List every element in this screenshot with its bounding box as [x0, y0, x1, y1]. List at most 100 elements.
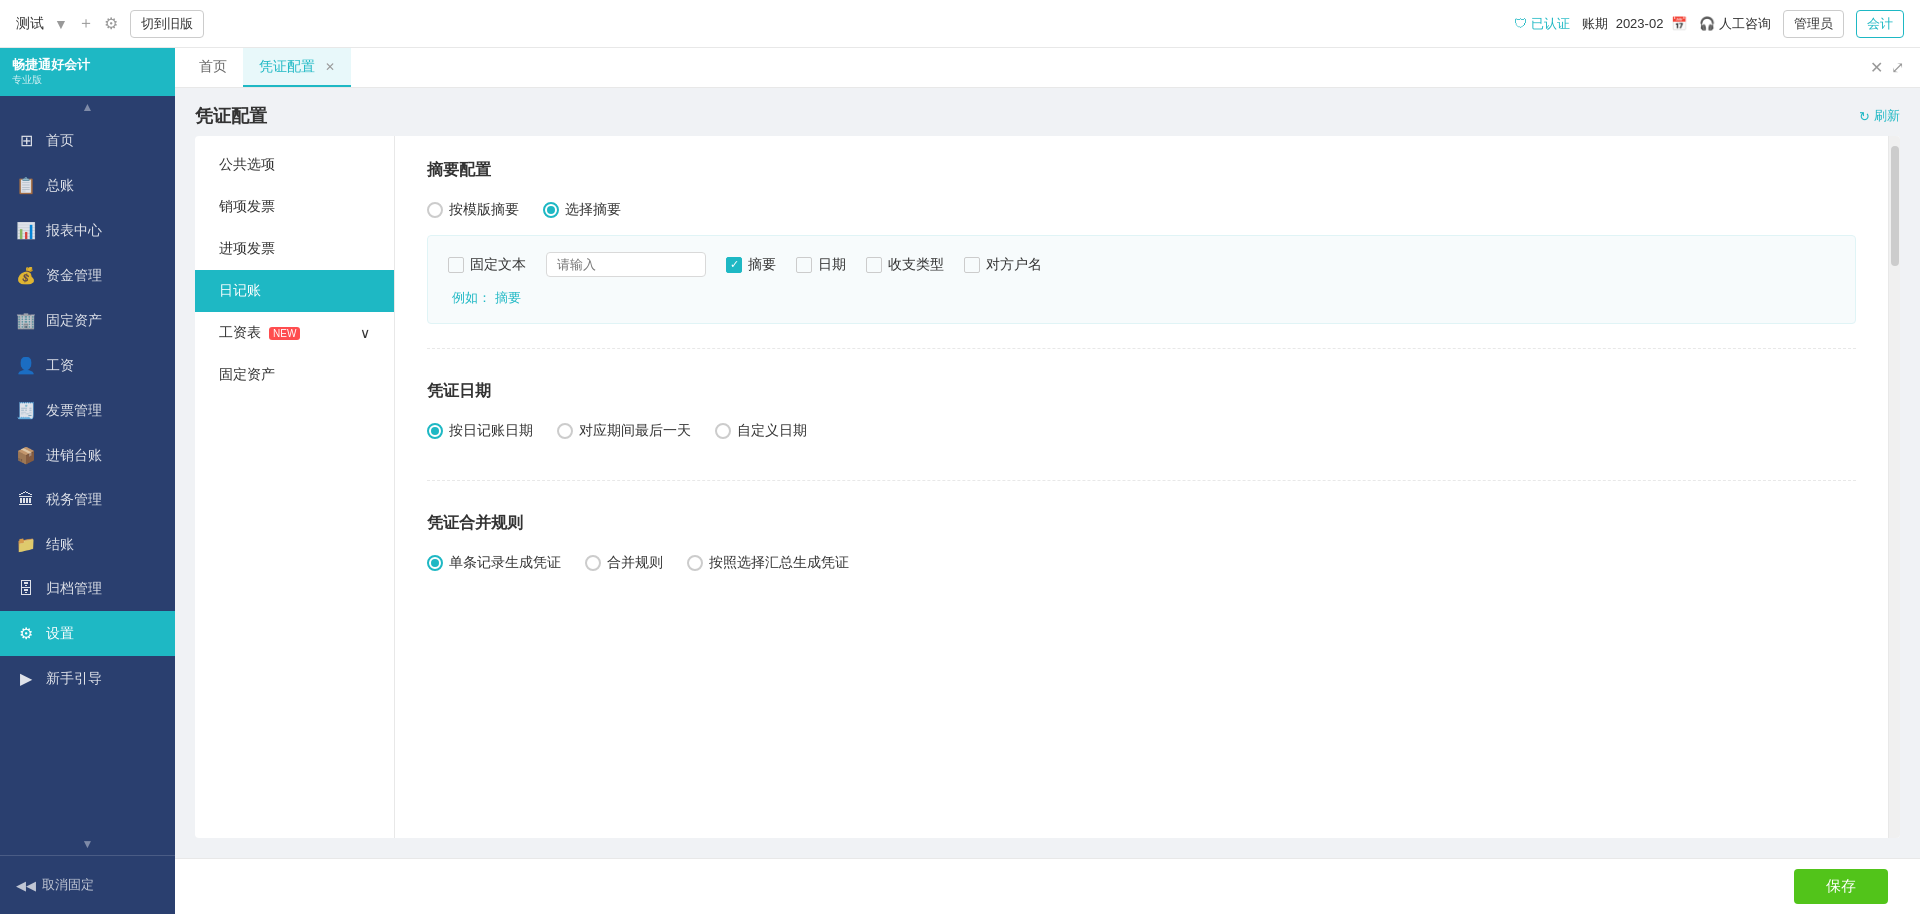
checkbox-box-summary: ✓ [726, 257, 742, 273]
checkbox-date[interactable]: 日期 [796, 256, 846, 274]
logo-main: 畅捷通好会计 [12, 57, 90, 73]
workspace-dropdown-icon[interactable]: ▼ [54, 16, 68, 32]
payroll-expand-icon: ∨ [360, 325, 370, 341]
radio-circle-merge-rules [585, 555, 601, 571]
fixed-text-input[interactable] [546, 252, 706, 277]
home-icon: ⊞ [16, 131, 36, 150]
switch-version-button[interactable]: 切到旧版 [130, 10, 204, 38]
radio-period-last[interactable]: 对应期间最后一天 [557, 422, 691, 440]
radio-select-summary[interactable]: 选择摘要 [543, 201, 621, 219]
settings-icon[interactable]: ⚙ [104, 14, 118, 33]
checkbox-counterpart[interactable]: 对方户名 [964, 256, 1042, 274]
example-text: 例如： 摘要 [448, 289, 1835, 307]
sidebar-item-salary[interactable]: 👤 工资 [0, 343, 175, 388]
main-layout: 畅捷通好会计 专业版 ▲ ⊞ 首页 📋 总账 📊 报表中心 💰 资金管理 [0, 48, 1920, 914]
sidebar-item-capital[interactable]: 💰 资金管理 [0, 253, 175, 298]
headset-icon: 🎧 [1699, 16, 1715, 31]
sidebar-item-invoice[interactable]: 🧾 发票管理 [0, 388, 175, 433]
left-nav-public[interactable]: 公共选项 [195, 144, 394, 186]
voucher-date-title: 凭证日期 [427, 381, 1856, 402]
consult-button[interactable]: 🎧 人工咨询 [1699, 15, 1771, 33]
sidebar: 畅捷通好会计 专业版 ▲ ⊞ 首页 📋 总账 📊 报表中心 💰 资金管理 [0, 48, 175, 914]
sidebar-scroll-up[interactable]: ▲ [0, 96, 175, 118]
summary-config-title: 摘要配置 [427, 160, 1856, 181]
radio-circle-select [543, 202, 559, 218]
page-title: 凭证配置 [195, 104, 267, 128]
cancel-pin-button[interactable]: ◀◀ 取消固定 [0, 866, 175, 904]
left-nav-payroll[interactable]: 工资表 NEW ∨ [195, 312, 394, 354]
page-header: 凭证配置 ↻ 刷新 [175, 88, 1920, 136]
sidebar-item-ledger[interactable]: 📋 总账 [0, 163, 175, 208]
radio-circle-period-last [557, 423, 573, 439]
tab-bar-actions: ✕ ⤢ [1870, 48, 1912, 87]
left-nav-fixed-assets[interactable]: 固定资产 [195, 354, 394, 396]
new-badge: NEW [269, 327, 300, 340]
sidebar-bottom: ◀◀ 取消固定 [0, 855, 175, 914]
radio-template-summary[interactable]: 按模版摘要 [427, 201, 519, 219]
ledger-icon: 📋 [16, 176, 36, 195]
checkbox-payment-type[interactable]: 收支类型 [866, 256, 944, 274]
scrollbar-thumb[interactable] [1891, 146, 1899, 266]
sidebar-logo: 畅捷通好会计 专业版 [0, 48, 175, 96]
radio-custom-date[interactable]: 自定义日期 [715, 422, 807, 440]
tab-bar: 首页 凭证配置 ✕ ✕ ⤢ [175, 48, 1920, 88]
left-nav-purchase-invoice[interactable]: 进项发票 [195, 228, 394, 270]
tab-expand-button[interactable]: ⤢ [1891, 58, 1904, 77]
checkbox-summary[interactable]: ✓ 摘要 [726, 256, 776, 274]
radio-single[interactable]: 单条记录生成凭证 [427, 554, 561, 572]
radio-merge-rules[interactable]: 合并规则 [585, 554, 663, 572]
right-scrollbar[interactable] [1888, 136, 1900, 838]
radio-circle-custom-date [715, 423, 731, 439]
left-nav-journal[interactable]: 日记账 [195, 270, 394, 312]
checkbox-box-fixed [448, 257, 464, 273]
checkbox-box-payment [866, 257, 882, 273]
voucher-date-radio-group: 按日记账日期 对应期间最后一天 自定义日期 [427, 422, 1856, 440]
left-nav-sales-invoice[interactable]: 销项发票 [195, 186, 394, 228]
checkbox-box-date [796, 257, 812, 273]
admin-button[interactable]: 管理员 [1783, 10, 1844, 38]
sidebar-item-assets[interactable]: 🏢 固定资产 [0, 298, 175, 343]
report-icon: 📊 [16, 221, 36, 240]
tab-close-button[interactable]: ✕ [1870, 58, 1883, 77]
radio-select-merge[interactable]: 按照选择汇总生成凭证 [687, 554, 849, 572]
salary-icon: 👤 [16, 356, 36, 375]
left-nav: 公共选项 销项发票 进项发票 日记账 工资表 NEW ∨ [195, 136, 395, 838]
certified-badge: 🛡 已认证 [1514, 15, 1570, 33]
checkbox-box-counterpart [964, 257, 980, 273]
radio-circle-journal-date [427, 423, 443, 439]
accountant-button[interactable]: 会计 [1856, 10, 1904, 38]
save-button[interactable]: 保存 [1794, 869, 1888, 904]
sidebar-item-archive[interactable]: 🗄 归档管理 [0, 567, 175, 611]
tab-home[interactable]: 首页 [183, 48, 243, 87]
section-summary-config: 摘要配置 按模版摘要 选择摘要 [427, 160, 1856, 349]
checkout-icon: 📁 [16, 535, 36, 554]
top-bar-right: 🛡 已认证 账期 2023-02 📅 🎧 人工咨询 管理员 会计 [1514, 10, 1904, 38]
purchase-icon: 📦 [16, 446, 36, 465]
sidebar-item-report[interactable]: 📊 报表中心 [0, 208, 175, 253]
checkbox-fixed-text[interactable]: 固定文本 [448, 256, 526, 274]
tax-icon: 🏛 [16, 491, 36, 509]
sidebar-scroll-down[interactable]: ▼ [0, 833, 175, 855]
guide-icon: ▶ [16, 669, 36, 688]
sidebar-item-settings[interactable]: ⚙ 设置 [0, 611, 175, 656]
sidebar-item-checkout[interactable]: 📁 结账 [0, 522, 175, 567]
content-area: 首页 凭证配置 ✕ ✕ ⤢ 凭证配置 ↻ 刷新 公共选项 [175, 48, 1920, 914]
refresh-button[interactable]: ↻ 刷新 [1859, 107, 1900, 125]
logo-sub: 专业版 [12, 73, 90, 87]
workspace-area: 测试 ▼ ＋ ⚙ [16, 13, 118, 34]
sidebar-item-guide[interactable]: ▶ 新手引导 [0, 656, 175, 701]
sidebar-item-tax[interactable]: 🏛 税务管理 [0, 478, 175, 522]
sidebar-item-purchase[interactable]: 📦 进销台账 [0, 433, 175, 478]
tab-voucher-config[interactable]: 凭证配置 ✕ [243, 48, 351, 87]
tab-close-voucher-config[interactable]: ✕ [325, 60, 335, 74]
voucher-merge-title: 凭证合并规则 [427, 513, 1856, 534]
sidebar-item-home[interactable]: ⊞ 首页 [0, 118, 175, 163]
calendar-icon[interactable]: 📅 [1671, 16, 1687, 31]
bottom-bar: 保存 [175, 858, 1920, 914]
top-bar: 测试 ▼ ＋ ⚙ 切到旧版 🛡 已认证 账期 2023-02 📅 🎧 人工咨询 … [0, 0, 1920, 48]
sidebar-menu: ⊞ 首页 📋 总账 📊 报表中心 💰 资金管理 🏢 固定资产 👤 工资 [0, 118, 175, 833]
archive-icon: 🗄 [16, 580, 36, 598]
voucher-merge-radio-group: 单条记录生成凭证 合并规则 按照选择汇总生成凭证 [427, 554, 1856, 572]
add-workspace-icon[interactable]: ＋ [78, 13, 94, 34]
radio-journal-date[interactable]: 按日记账日期 [427, 422, 533, 440]
